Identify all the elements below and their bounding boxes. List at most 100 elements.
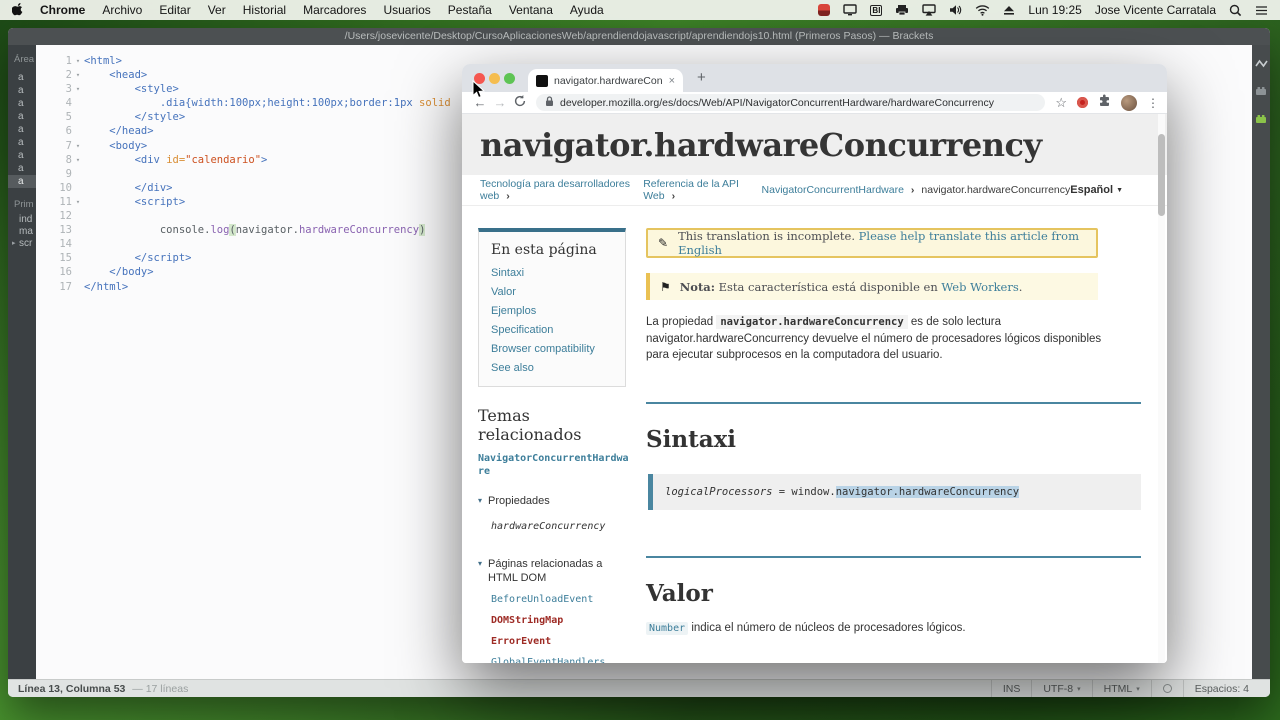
code-token: .dia{width:100px;height:100px;border:1px: [159, 97, 420, 110]
indent-setting[interactable]: Espacios: 4: [1182, 680, 1260, 697]
project-item[interactable]: ▸ scr: [8, 238, 36, 250]
related-link[interactable]: BeforeUnloadEvent: [478, 593, 632, 606]
file-item[interactable]: a: [8, 136, 36, 149]
reload-button[interactable]: [510, 95, 530, 110]
code-text: console.log(navigator.hardwareConcurrenc…: [84, 223, 426, 237]
display-icon[interactable]: [843, 4, 858, 16]
menubar-clock[interactable]: Lun 19:25: [1028, 3, 1081, 17]
menu-item[interactable]: Ver: [208, 3, 226, 17]
menubar-user[interactable]: Jose Vicente Carratala: [1095, 3, 1216, 17]
browser-tab[interactable]: navigator.hardwareConcurrenc ×: [528, 69, 683, 92]
related-group-label: Propiedades: [488, 495, 550, 507]
related-link[interactable]: GlobalEventHandlers: [478, 656, 632, 663]
related-link[interactable]: DOMStringMap: [478, 614, 632, 627]
fold-arrow-icon[interactable]: ▾: [72, 139, 84, 153]
tab-close-icon[interactable]: ×: [669, 75, 675, 87]
adblock-extension-icon[interactable]: [1077, 97, 1088, 108]
number-type-link[interactable]: Number: [646, 622, 689, 635]
breadcrumb-link[interactable]: Tecnología para desarrolladores web: [480, 178, 630, 202]
file-item[interactable]: a: [8, 110, 36, 123]
eject-icon[interactable]: [1003, 5, 1015, 16]
language-selector[interactable]: Español ▼: [1070, 184, 1167, 196]
language-selector-label: Español: [1070, 184, 1114, 196]
toc-link[interactable]: Ejemplos: [491, 305, 613, 317]
web-workers-link[interactable]: Web Workers: [941, 280, 1018, 294]
breadcrumb-separator-icon: ›: [671, 190, 676, 202]
language-mode-selector[interactable]: HTML ▾: [1091, 680, 1151, 697]
airplay-icon[interactable]: [922, 4, 937, 16]
brackets-titlebar[interactable]: /Users/josevicente/Desktop/CursoAplicaci…: [8, 28, 1270, 45]
menu-item[interactable]: Editar: [159, 3, 190, 17]
insert-mode-indicator[interactable]: INS: [990, 680, 1032, 697]
related-group-header[interactable]: ▾ Propiedades: [478, 494, 632, 508]
volume-icon[interactable]: [949, 4, 962, 16]
file-item[interactable]: a: [8, 149, 36, 162]
notification-center-icon[interactable]: [1255, 5, 1268, 16]
menu-item[interactable]: Pestaña: [448, 3, 492, 17]
extensions-puzzle-icon[interactable]: [1098, 94, 1111, 112]
code-token: ): [419, 224, 426, 237]
toc-link[interactable]: Specification: [491, 324, 613, 336]
wifi-icon[interactable]: [975, 4, 990, 16]
live-preview-icon[interactable]: [1254, 55, 1268, 73]
menu-item[interactable]: Archivo: [102, 3, 142, 17]
chevron-down-icon: ▾: [478, 496, 483, 505]
line-number: 1: [65, 55, 72, 67]
note-suffix: .: [1018, 279, 1023, 294]
fold-arrow-icon[interactable]: ▾: [72, 195, 84, 209]
toc-link[interactable]: See also: [491, 362, 613, 374]
line-number: 13: [59, 224, 72, 237]
toc-link[interactable]: Valor: [491, 286, 613, 298]
zoom-window-button[interactable]: [504, 73, 515, 84]
spotlight-search-icon[interactable]: [1229, 4, 1242, 17]
file-item[interactable]: a: [8, 175, 36, 188]
printer-icon[interactable]: [895, 4, 909, 16]
lint-status[interactable]: [1150, 680, 1183, 697]
menu-item[interactable]: Ayuda: [570, 3, 604, 17]
page-scrollbar[interactable]: [1158, 114, 1165, 663]
file-item[interactable]: a: [8, 162, 36, 175]
forward-button[interactable]: →: [490, 95, 510, 110]
project-item[interactable]: ▸ma: [8, 226, 36, 238]
related-main-link[interactable]: NavigatorConcurrentHardware: [478, 452, 632, 478]
menu-item[interactable]: Ventana: [509, 3, 553, 17]
file-item[interactable]: a: [8, 97, 36, 110]
new-tab-button[interactable]: +: [697, 69, 706, 86]
profile-avatar[interactable]: [1121, 94, 1137, 111]
project-item[interactable]: ▸ind: [8, 214, 36, 226]
menu-item[interactable]: Chrome: [40, 3, 85, 17]
extension-manager-icon[interactable]: [1255, 83, 1267, 101]
fold-arrow-icon[interactable]: ▾: [72, 54, 84, 68]
scrollbar-thumb[interactable]: [1158, 134, 1165, 216]
code-text: </div>: [84, 181, 173, 195]
toc-link[interactable]: Browser compatibility: [491, 343, 613, 355]
address-bar[interactable]: developer.mozilla.org/es/docs/Web/API/Na…: [536, 94, 1046, 111]
chrome-menu-icon[interactable]: ⋮: [1147, 96, 1159, 110]
related-link[interactable]: hardwareConcurrency: [478, 520, 632, 533]
fold-arrow-icon[interactable]: ▾: [72, 68, 84, 82]
breadcrumb-link[interactable]: navigator.hardwareConcurrency: [921, 184, 1070, 196]
file-item[interactable]: a: [8, 71, 36, 84]
related-link[interactable]: ErrorEvent: [478, 635, 632, 648]
fold-arrow-icon[interactable]: ▾: [72, 153, 84, 167]
breadcrumb-item: Tecnología para desarrolladores web ›: [480, 178, 643, 202]
extension-installed-icon[interactable]: [1255, 111, 1267, 129]
encoding-selector[interactable]: UTF-8 ▾: [1031, 680, 1091, 697]
breadcrumb-link[interactable]: Referencia de la API Web: [643, 178, 739, 202]
toc-link[interactable]: Sintaxi: [491, 267, 613, 279]
menu-item[interactable]: Usuarios: [383, 3, 430, 17]
file-item[interactable]: a: [8, 123, 36, 136]
menu-item[interactable]: Historial: [243, 3, 286, 17]
boot-camp-icon[interactable]: BI: [870, 4, 883, 16]
minimize-window-button[interactable]: [489, 73, 500, 84]
bookmark-star-icon[interactable]: ☆: [1055, 95, 1067, 111]
fold-arrow-icon[interactable]: ▾: [72, 82, 84, 96]
red-app-icon[interactable]: [818, 4, 831, 16]
apple-menu-icon[interactable]: [11, 2, 24, 19]
menu-item[interactable]: Marcadores: [303, 3, 366, 17]
breadcrumb-link[interactable]: NavigatorConcurrentHardware: [762, 184, 904, 196]
file-item[interactable]: a: [8, 84, 36, 97]
line-number: 16: [59, 266, 72, 279]
cursor-position: Línea 13, Columna 53 — 17 líneas: [8, 683, 188, 695]
related-group-header[interactable]: ▾ Páginas relacionadas a HTML DOM: [478, 557, 632, 585]
